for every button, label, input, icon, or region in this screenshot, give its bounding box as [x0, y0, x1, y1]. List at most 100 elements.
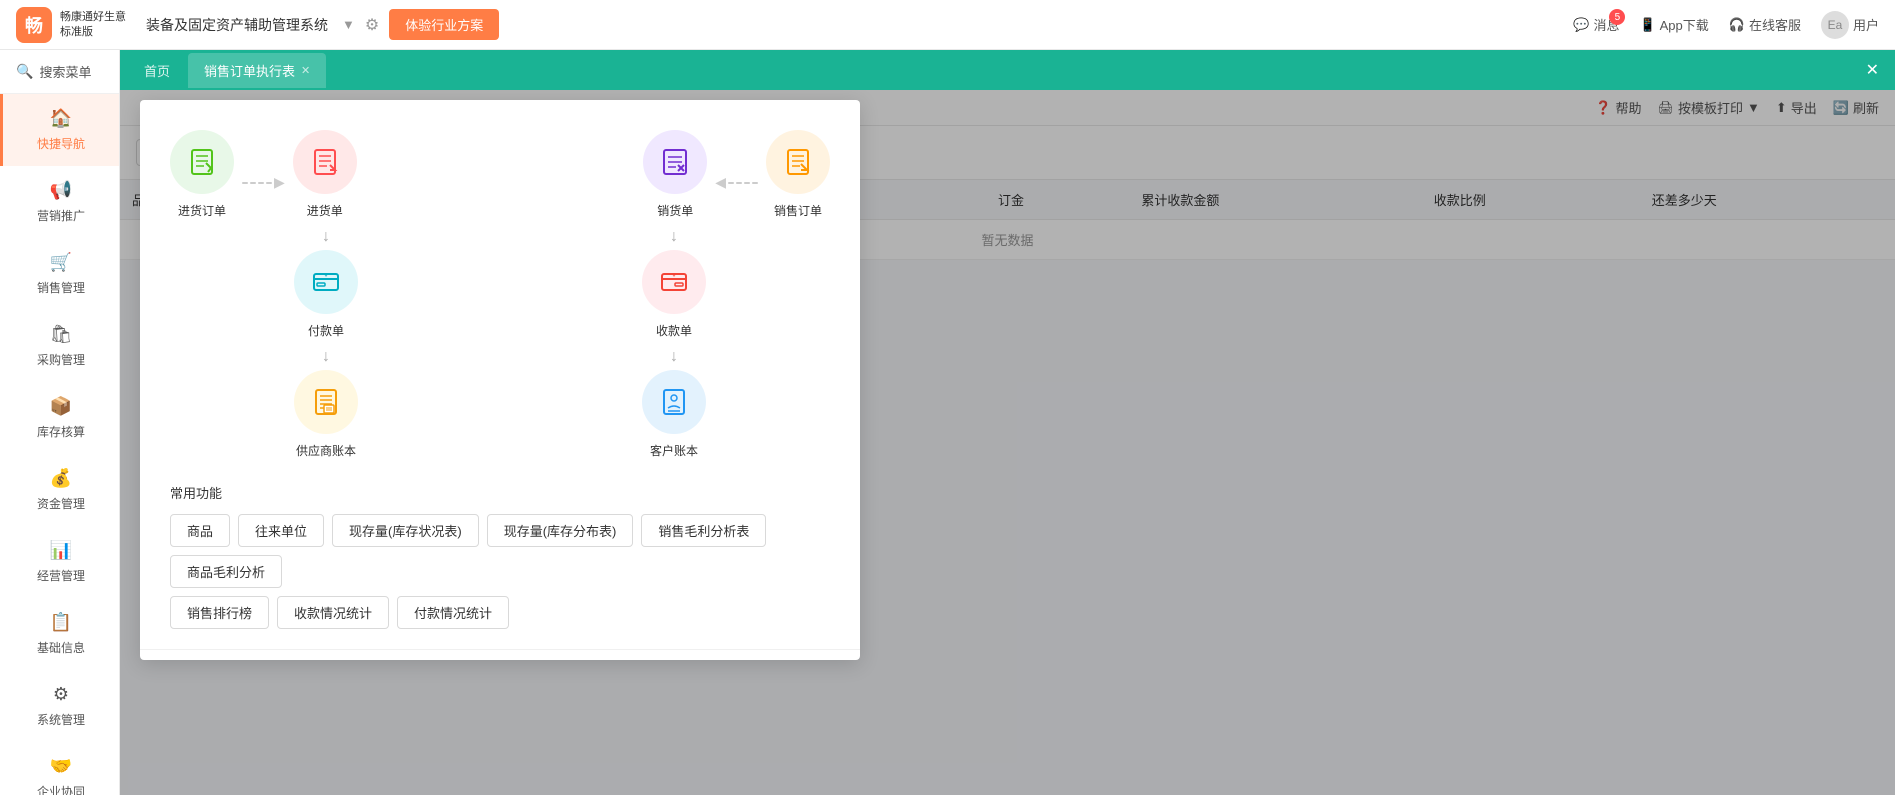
sidebar-item-label: 采购管理 [37, 351, 85, 368]
tab-bar: 首页 销售订单执行表 ✕ ✕ [120, 50, 1895, 90]
func-btn-stock-dist[interactable]: 现存量(库存分布表) [487, 514, 634, 547]
tab-close-icon[interactable]: ✕ [301, 64, 310, 77]
flow-node-supplier-ledger[interactable]: 供应商账本 [294, 370, 358, 459]
sidebar-item-inventory[interactable]: 📦 库存核算 [0, 382, 119, 454]
customer-ledger-icon [642, 370, 706, 434]
arrow-down-payment: ↓ [294, 347, 358, 366]
tab-bar-close-button[interactable]: ✕ [1858, 56, 1887, 84]
common-functions: 常用功能 商品 往来单位 现存量(库存状况表) 现存量(库存分布表) 销售毛利分… [170, 483, 830, 629]
app-download-label: App下载 [1660, 15, 1709, 34]
sidebar-item-marketing[interactable]: 📢 营销推广 [0, 166, 119, 238]
search-menu-label: 搜索菜单 [39, 62, 91, 81]
sidebar-item-label: 基础信息 [37, 639, 85, 656]
sales-bill-label: 销货单 [657, 202, 693, 219]
flow-node-sales-order[interactable]: 销售订单 [766, 130, 830, 219]
sidebar-item-label: 经营管理 [37, 567, 85, 584]
func-btn-payment-stats[interactable]: 付款情况统计 [397, 596, 509, 629]
func-btn-sales-rank[interactable]: 销售排行榜 [170, 596, 269, 629]
modal-scrollbar[interactable]: ◀ ▶ [140, 649, 860, 660]
sidebar-item-label: 库存核算 [37, 423, 85, 440]
marketing-icon: 📢 [50, 180, 72, 201]
supplier-ledger-icon [294, 370, 358, 434]
sidebar-item-label: 资金管理 [37, 495, 85, 512]
download-icon: 📱 [1639, 17, 1655, 33]
sidebar-item-label: 销售管理 [37, 279, 85, 296]
message-badge: 5 [1609, 9, 1625, 25]
flow-diagram: 进货订单 ▶ [170, 130, 830, 475]
flow-node-purchase-order[interactable]: 进货订单 [170, 130, 234, 219]
arrow-down-purchase-bill: ↓ [294, 227, 358, 246]
message-icon: 💬 [1573, 17, 1589, 33]
user-action[interactable]: Ea 用户 [1821, 11, 1879, 39]
settings-icon[interactable]: ⚙ [365, 15, 379, 35]
page-content: ❓ 帮助 🖨 按模板打印 ▼ ⬆ 导出 🔄 刷新 [120, 90, 1895, 795]
sidebar-item-purchase[interactable]: 🛍 采购管理 [0, 310, 119, 382]
enterprise-icon: 🤝 [50, 756, 72, 777]
trial-button[interactable]: 体验行业方案 [389, 9, 499, 40]
func-btn-receipt-stats[interactable]: 收款情况统计 [277, 596, 389, 629]
func-btn-partner[interactable]: 往来单位 [238, 514, 324, 547]
flow-node-payment[interactable]: ¥ 付款单 [294, 250, 358, 339]
sidebar-item-basic-info[interactable]: 📋 基础信息 [0, 598, 119, 670]
sidebar-item-label: 企业协同 [37, 783, 85, 795]
avatar-text: Ea [1828, 18, 1843, 32]
customer-ledger-label: 客户账本 [650, 442, 698, 459]
tab-sales-order-label: 销售订单执行表 [204, 61, 295, 80]
online-service-action[interactable]: 🎧 在线客服 [1729, 15, 1801, 34]
tab-home[interactable]: 首页 [128, 53, 186, 88]
sidebar-item-system[interactable]: ⚙ 系统管理 [0, 670, 119, 742]
common-functions-title: 常用功能 [170, 483, 830, 502]
search-menu[interactable]: 🔍 搜索菜单 [0, 50, 119, 94]
quick-guide-modal: 进货订单 ▶ [140, 100, 860, 660]
supplier-ledger-label: 供应商账本 [296, 442, 356, 459]
sales-order-icon [766, 130, 830, 194]
purchase-bill-icon [293, 130, 357, 194]
purchase-order-label: 进货订单 [178, 202, 226, 219]
sales-bill-icon [643, 130, 707, 194]
sidebar-item-label: 系统管理 [37, 711, 85, 728]
arrow-down-receipt: ↓ [642, 347, 706, 366]
title-dropdown-icon[interactable]: ▼ [342, 17, 355, 32]
scroll-right-icon[interactable]: ▶ [833, 658, 844, 660]
receipt-icon: ¥ [642, 250, 706, 314]
avatar: Ea [1821, 11, 1849, 39]
home-icon: 🏠 [50, 108, 72, 129]
flow-node-customer-ledger[interactable]: 客户账本 [642, 370, 706, 459]
finance-icon: 💰 [50, 468, 72, 489]
svg-text:¥: ¥ [325, 273, 328, 279]
func-btn-products[interactable]: 商品 [170, 514, 230, 547]
inventory-icon: 📦 [50, 396, 72, 417]
arrow-sales-order-to-sales-bill: ◀ [707, 174, 766, 191]
sidebar-item-quick-nav[interactable]: 🏠 快捷导航 [0, 94, 119, 166]
tab-sales-order[interactable]: 销售订单执行表 ✕ [188, 53, 326, 88]
sales-order-label: 销售订单 [774, 202, 822, 219]
func-btn-sales-profit[interactable]: 销售毛利分析表 [641, 514, 766, 547]
sidebar: 🔍 搜索菜单 🏠 快捷导航 📢 营销推广 🛒 销售管理 🛍 采购管理 📦 [0, 50, 120, 795]
flow-node-purchase-bill[interactable]: 进货单 [293, 130, 357, 219]
app-download-action[interactable]: 📱 App下载 [1639, 15, 1708, 34]
logo-text: 畅康通好生意标准版 [60, 10, 126, 39]
logo-icon: 畅 [16, 7, 52, 43]
message-action[interactable]: 💬 消息 5 [1573, 15, 1619, 34]
purchase-icon: 🛍 [50, 324, 73, 345]
operations-icon: 📊 [50, 540, 72, 561]
flow-node-sales-bill[interactable]: 销货单 [643, 130, 707, 219]
sidebar-item-sales[interactable]: 🛒 销售管理 [0, 238, 119, 310]
system-icon: ⚙ [53, 684, 69, 705]
basic-info-icon: 📋 [50, 612, 72, 633]
func-btn-stock-status[interactable]: 现存量(库存状况表) [332, 514, 479, 547]
svg-text:¥: ¥ [673, 273, 676, 279]
sidebar-item-label: 营销推广 [37, 207, 85, 224]
system-title: 装备及固定资产辅助管理系统 [146, 15, 328, 35]
payment-icon: ¥ [294, 250, 358, 314]
scroll-left-icon[interactable]: ◀ [156, 658, 167, 660]
sidebar-item-finance[interactable]: 💰 资金管理 [0, 454, 119, 526]
logo: 畅 畅康通好生意标准版 [16, 7, 136, 43]
sidebar-item-operations[interactable]: 📊 经营管理 [0, 526, 119, 598]
flow-node-receipt[interactable]: ¥ 收款单 [642, 250, 706, 339]
func-btn-product-profit[interactable]: 商品毛利分析 [170, 555, 282, 588]
receipt-label: 收款单 [656, 322, 692, 339]
sidebar-item-enterprise[interactable]: 🤝 企业协同 [0, 742, 119, 795]
tab-home-label: 首页 [144, 61, 170, 80]
modal-overlay[interactable]: 进货订单 ▶ [120, 90, 1895, 795]
